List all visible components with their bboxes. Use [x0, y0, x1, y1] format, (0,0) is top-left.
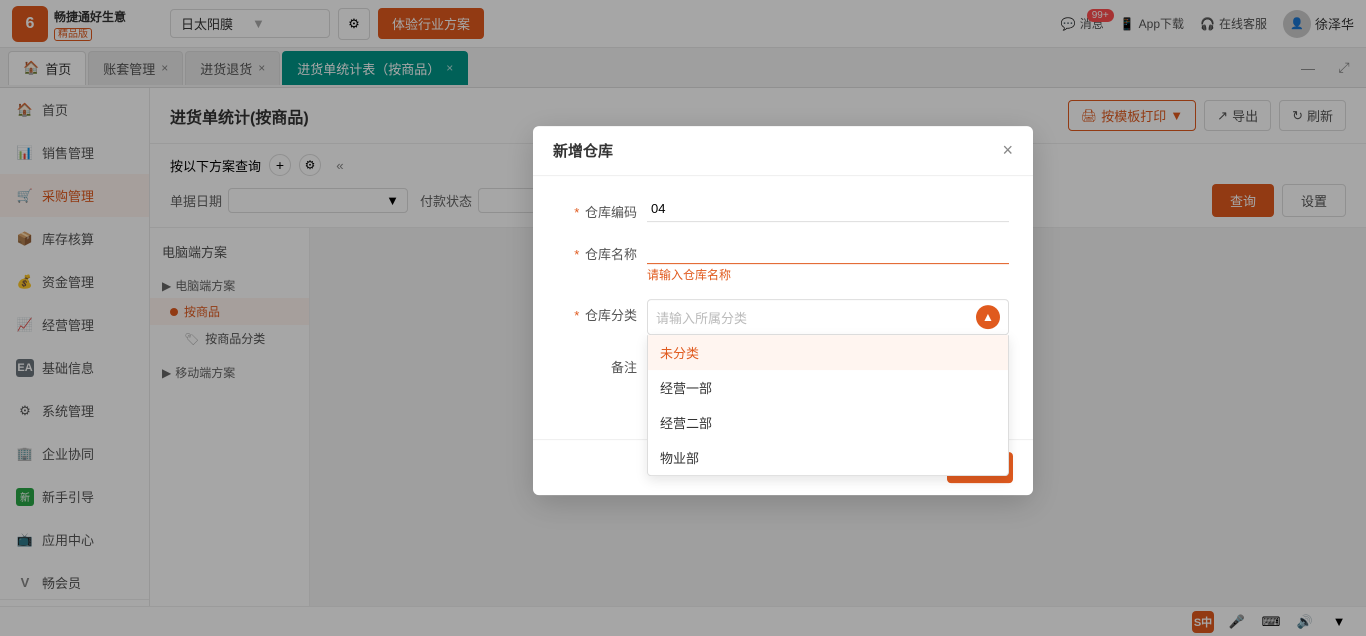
warehouse-note-label: 备注	[557, 351, 637, 376]
warehouse-name-row: * 仓库名称 请输入仓库名称	[557, 238, 1009, 283]
warehouse-name-wrap: 请输入仓库名称	[647, 238, 1009, 283]
dropdown-item-none[interactable]: 未分类	[648, 335, 1008, 370]
warehouse-category-wrap: 请输入所属分类 ▲ 未分类 经营一部 经营二部 物业部	[647, 299, 1009, 335]
modal-header: 新增仓库 ×	[533, 126, 1033, 176]
modal-body: * 仓库编码 * 仓库名称 请输入仓库名称 * 仓库分类	[533, 176, 1033, 439]
dropdown-item-property[interactable]: 物业部	[648, 440, 1008, 475]
modal-close-button[interactable]: ×	[1002, 140, 1013, 161]
dropdown-item-ops1[interactable]: 经营一部	[648, 370, 1008, 405]
warehouse-name-label: * 仓库名称	[557, 238, 637, 263]
warehouse-category-row: * 仓库分类 请输入所属分类 ▲ 未分类 经营一部 经营二部 物业部	[557, 299, 1009, 335]
warehouse-code-label: * 仓库编码	[557, 196, 637, 221]
warehouse-code-row: * 仓库编码	[557, 196, 1009, 222]
warehouse-category-label: * 仓库分类	[557, 299, 637, 324]
warehouse-category-select[interactable]: 请输入所属分类 ▲	[647, 299, 1009, 335]
dropdown-item-ops2[interactable]: 经营二部	[648, 405, 1008, 440]
warehouse-name-input[interactable]	[647, 238, 1009, 264]
modal-title: 新增仓库	[553, 140, 613, 161]
category-dropdown: 未分类 经营一部 经营二部 物业部	[647, 335, 1009, 476]
warehouse-code-wrap	[647, 196, 1009, 222]
category-arrow-icon[interactable]: ▲	[976, 305, 1000, 329]
category-placeholder: 请输入所属分类	[656, 308, 976, 327]
add-warehouse-modal: 新增仓库 × * 仓库编码 * 仓库名称 请输入仓库名称	[533, 126, 1033, 495]
name-error-message: 请输入仓库名称	[647, 266, 1009, 283]
warehouse-code-input[interactable]	[647, 196, 1009, 222]
